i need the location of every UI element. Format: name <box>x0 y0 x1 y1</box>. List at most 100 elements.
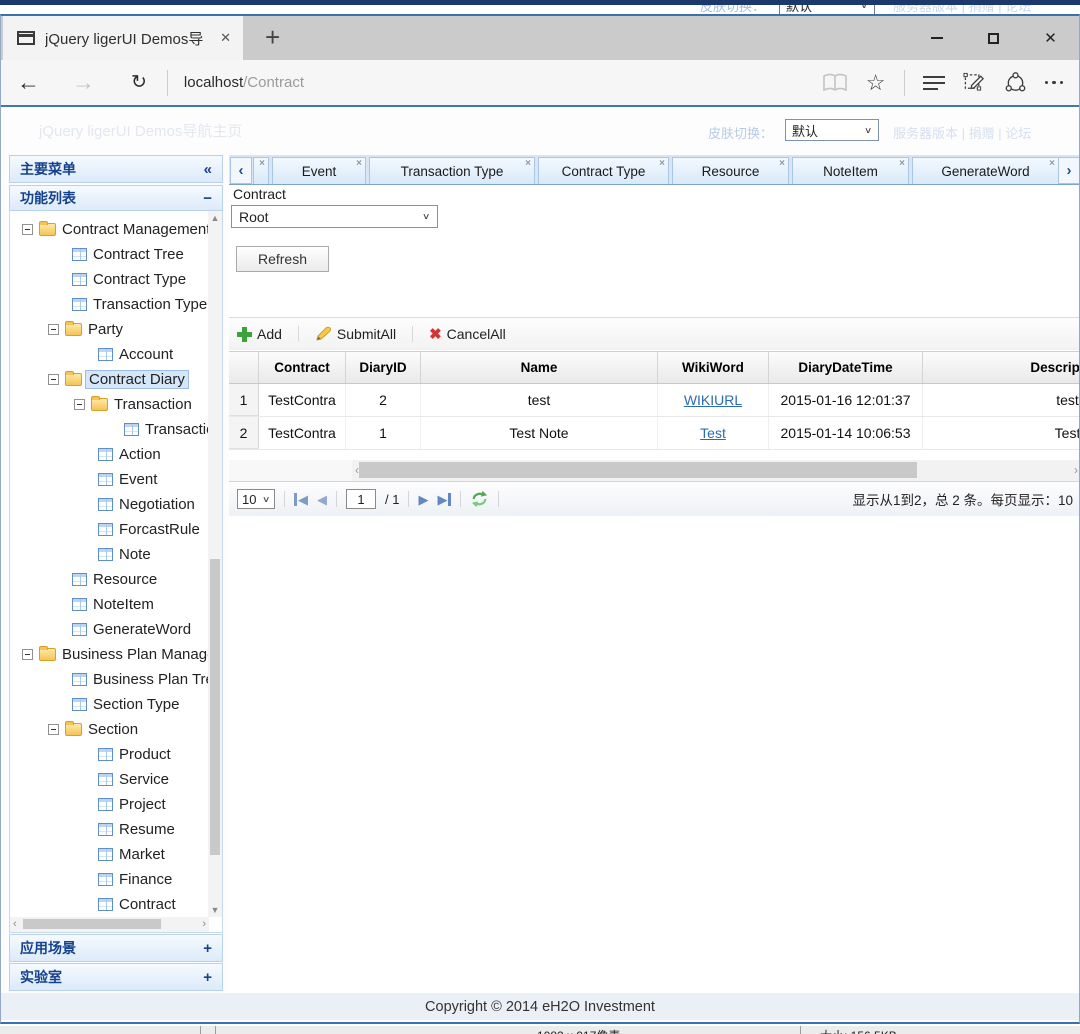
tree-node[interactable]: NoteItem <box>10 592 209 617</box>
tab-close-icon[interactable]: × <box>899 158 905 169</box>
grid-header-cell[interactable]: Name <box>421 352 658 383</box>
more-options-icon[interactable] <box>1045 81 1070 85</box>
minimize-button[interactable] <box>908 16 965 60</box>
tree-node[interactable]: Contract Diary <box>10 367 209 392</box>
collapse-panel-icon[interactable]: − <box>203 190 212 207</box>
add-button[interactable]: Add <box>237 326 282 342</box>
tree-node[interactable]: Section Type <box>10 692 209 717</box>
browser-tab[interactable]: jQuery ligerUI Demos导 ✕ <box>3 16 243 60</box>
reload-grid-icon[interactable] <box>470 490 489 508</box>
collapse-toggle-icon[interactable] <box>48 724 59 735</box>
tabs-scroll-right-button[interactable]: › <box>1058 157 1079 184</box>
submit-all-button[interactable]: SubmitAll <box>315 326 396 342</box>
scrollbar-thumb[interactable] <box>210 559 220 855</box>
tree-node[interactable]: Resource <box>10 567 209 592</box>
cancel-all-button[interactable]: ✖ CancelAll <box>429 325 506 343</box>
sidebar-panel-lab[interactable]: 实验室 + <box>9 963 223 991</box>
tree-node[interactable]: Business Plan Management <box>10 642 209 667</box>
document-tab-generateword[interactable]: GenerateWord× <box>912 157 1059 184</box>
document-tab-noteitem[interactable]: NoteItem× <box>792 157 909 184</box>
document-tab-resource[interactable]: Resource× <box>672 157 789 184</box>
collapse-toggle-icon[interactable] <box>22 649 33 660</box>
refresh-tree-button[interactable]: Refresh <box>236 246 329 272</box>
sidebar-panel-function-list[interactable]: 功能列表 − <box>9 185 223 211</box>
grid-header-cell[interactable]: DiaryDateTime <box>769 352 923 383</box>
hub-icon[interactable] <box>923 76 945 90</box>
table-row[interactable]: 1TestContra2testWIKIURL2015-01-16 12:01:… <box>229 384 1079 417</box>
tree-node[interactable]: Account <box>10 342 209 367</box>
tabs-scroll-left-button[interactable]: ‹ <box>230 157 252 184</box>
expand-panel-icon[interactable]: + <box>203 940 212 957</box>
tab-close-icon[interactable]: × <box>1049 158 1055 169</box>
tree-node[interactable]: Event <box>10 467 209 492</box>
tree-node[interactable]: Contract Type <box>10 267 209 292</box>
tree-node[interactable]: GenerateWord <box>10 617 209 642</box>
tab-close-icon[interactable]: ✕ <box>216 30 235 46</box>
back-button[interactable]: ← <box>1 71 56 94</box>
tree-node[interactable]: Party <box>10 317 209 342</box>
tree-node[interactable]: ForcastRule <box>10 517 209 542</box>
tree-node[interactable]: Transaction <box>10 392 209 417</box>
grid-header-cell[interactable]: WikiWord <box>658 352 769 383</box>
scroll-up-icon[interactable]: ▲ <box>208 213 222 223</box>
document-tab-event[interactable]: Event× <box>272 157 366 184</box>
tree-node[interactable]: Note <box>10 542 209 567</box>
contract-combobox[interactable]: Root ∨ <box>231 205 438 228</box>
scroll-down-icon[interactable]: ▼ <box>208 905 222 915</box>
grid-header-cell[interactable]: DiaryID <box>346 352 421 383</box>
web-note-icon[interactable] <box>963 71 986 94</box>
previous-page-button[interactable]: ◀ <box>317 493 327 506</box>
tab-close-icon[interactable]: × <box>525 158 531 169</box>
scroll-right-icon[interactable]: › <box>1074 460 1078 481</box>
tree-node[interactable]: Market <box>10 842 209 867</box>
tab-close-icon[interactable]: × <box>259 158 265 169</box>
background-skin-select[interactable]: 默认 ∨ <box>779 5 875 14</box>
tree-node[interactable]: Action <box>10 442 209 467</box>
collapse-toggle-icon[interactable] <box>74 399 85 410</box>
tree-node[interactable]: Product <box>10 742 209 767</box>
grid-header-cell[interactable]: Contract <box>259 352 346 383</box>
tab-close-icon[interactable]: × <box>779 158 785 169</box>
page-size-select[interactable]: 10 ∨ <box>237 489 275 509</box>
document-tab-contract-type[interactable]: Contract Type× <box>538 157 669 184</box>
first-page-button[interactable]: ◀ <box>294 493 308 506</box>
share-icon[interactable] <box>1004 71 1027 94</box>
close-button[interactable]: ✕ <box>1022 16 1079 60</box>
tree-node[interactable]: Transaction <box>10 417 209 442</box>
tree-node[interactable]: Section <box>10 717 209 742</box>
tree-node[interactable]: Contract <box>10 892 209 917</box>
tree-node[interactable]: Contract Management <box>10 217 209 242</box>
page-number-input[interactable] <box>346 489 376 509</box>
sidebar-panel-scenarios[interactable]: 应用场景 + <box>9 934 223 962</box>
grid-horizontal-scrollbar[interactable]: ‹ › <box>229 460 1079 481</box>
grid-header-cell[interactable] <box>229 352 259 383</box>
expand-panel-icon[interactable]: + <box>203 969 212 986</box>
collapse-toggle-icon[interactable] <box>48 374 59 385</box>
new-tab-button[interactable]: + <box>257 21 288 53</box>
wikiword-link[interactable]: WIKIURL <box>684 392 742 408</box>
collapse-toggle-icon[interactable] <box>22 224 33 235</box>
scroll-left-icon[interactable]: ‹ <box>13 917 17 932</box>
url-field[interactable]: localhost/Contract <box>184 74 304 91</box>
tree-node[interactable]: Business Plan Tree <box>10 667 209 692</box>
tree-node[interactable]: Resume <box>10 817 209 842</box>
last-page-button[interactable]: ▶ <box>437 493 451 506</box>
grid-header-cell[interactable]: Description <box>923 352 1079 383</box>
skin-select[interactable]: 默认 ∨ <box>785 119 879 141</box>
tree-node[interactable]: Service <box>10 767 209 792</box>
tree-node[interactable]: Transaction Type <box>10 292 209 317</box>
tree-node[interactable]: Negotiation <box>10 492 209 517</box>
scrollbar-thumb[interactable] <box>23 919 161 929</box>
table-row[interactable]: 2TestContra1Test NoteTest2015-01-14 10:0… <box>229 417 1079 450</box>
wikiword-link[interactable]: Test <box>700 425 726 441</box>
collapse-toggle-icon[interactable] <box>48 324 59 335</box>
favorites-star-icon[interactable]: ☆ <box>866 70 886 96</box>
sidebar-panel-main-menu[interactable]: 主要菜单 « <box>9 155 223 183</box>
partial-tab[interactable]: × <box>253 157 269 184</box>
refresh-button[interactable]: ↻ <box>111 73 167 92</box>
tree-horizontal-scrollbar[interactable]: ‹ › <box>10 917 209 932</box>
collapse-sidebar-icon[interactable]: « <box>204 161 212 178</box>
tree-node[interactable]: Finance <box>10 867 209 892</box>
tree-node[interactable]: Project <box>10 792 209 817</box>
maximize-button[interactable] <box>965 16 1022 60</box>
